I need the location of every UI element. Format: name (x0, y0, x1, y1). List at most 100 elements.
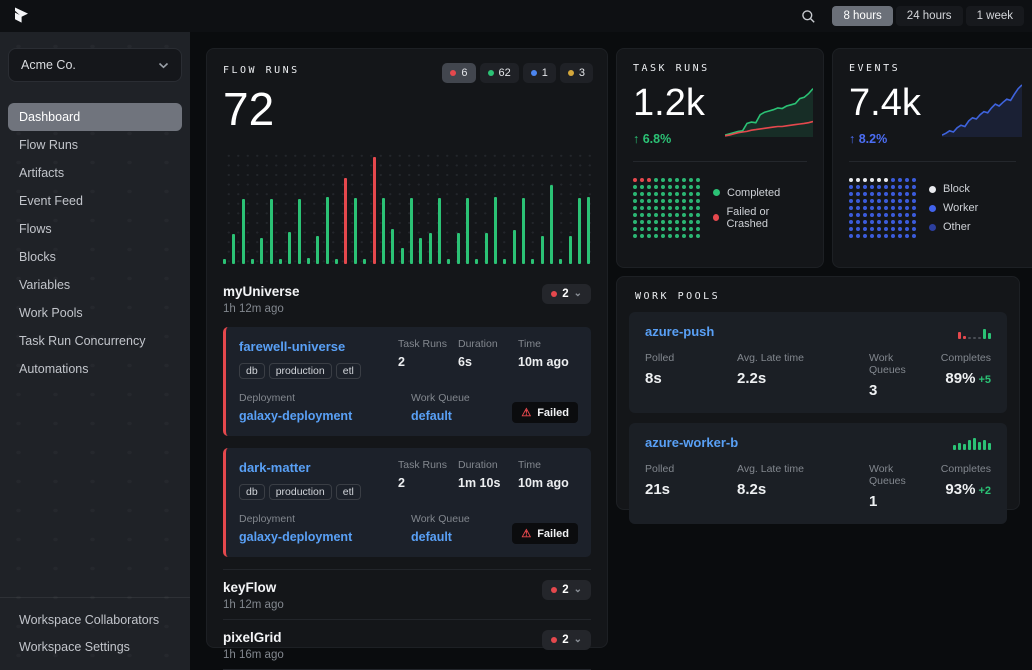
grid-dot (849, 178, 853, 182)
flow-run-bar (251, 259, 255, 264)
grid-dot (689, 234, 693, 238)
flow-group-name[interactable]: keyFlow (223, 580, 284, 595)
sidebar-item-event-feed[interactable]: Event Feed (8, 187, 182, 215)
work-pool-stats: Polled 8s Avg. Late time 2.2s Work Queues 3 Co… (645, 352, 991, 399)
run-tag: db (239, 363, 265, 379)
state-filter-badge[interactable]: 3 (559, 63, 593, 83)
run-main: farewell-universe db production etl (239, 338, 398, 379)
grid-dot (863, 192, 867, 196)
task-runs-dot-grid (633, 178, 700, 238)
pool-stat-polled: Polled 21s (645, 463, 737, 510)
grid-dot (877, 206, 881, 210)
run-card-row2: Deployment galaxy-deployment Work Queue def… (239, 392, 578, 423)
pool-stat-avg-late-time: Avg. Late time 8.2s (737, 463, 869, 510)
failed-dot-icon (551, 637, 558, 643)
pool-stat-completes: Completes 93% +2 (911, 463, 991, 510)
work-pool-name-link[interactable]: azure-worker-b (645, 435, 738, 450)
work-pool-name-link[interactable]: azure-push (645, 324, 714, 339)
state-dot-icon (450, 70, 457, 76)
grid-dot (675, 234, 679, 238)
flow-group-count-chip[interactable]: 2 ⌄ (542, 630, 591, 650)
workspace-selector[interactable]: Acme Co. (8, 48, 182, 82)
grid-dot (647, 234, 651, 238)
failed-label: Failed (537, 406, 569, 419)
sidebar-item-automations[interactable]: Automations (8, 355, 182, 383)
flow-run-bar (568, 236, 572, 264)
time-filter-1-week[interactable]: 1 week (965, 6, 1024, 26)
sidebar-item-flow-runs[interactable]: Flow Runs (8, 131, 182, 159)
flow-group: keyFlow 1h 12m ago 2 ⌄ (223, 569, 591, 619)
task-runs-sparkline (725, 88, 813, 137)
grid-dot (905, 213, 909, 217)
grid-dot (633, 220, 637, 224)
run-name-link[interactable]: farewell-universe (239, 339, 345, 354)
flow-run-bar (493, 196, 497, 264)
deployment-link[interactable]: galaxy-deployment (239, 530, 411, 544)
flow-run-bar (409, 197, 413, 264)
work-queue-link[interactable]: default (411, 530, 512, 544)
grid-dot (675, 185, 679, 189)
flow-group: myUniverse 1h 12m ago 2 ⌄ farewell-universe d… (223, 274, 591, 557)
grid-dot (898, 199, 902, 203)
grid-dot (856, 178, 860, 182)
sidebar-item-task-run-concurrency[interactable]: Task Run Concurrency (8, 327, 182, 355)
sidebar-item-work-pools[interactable]: Work Pools (8, 299, 182, 327)
flow-run-bar (269, 199, 273, 264)
state-filter-count: 6 (461, 67, 468, 79)
time-filter-24-hours[interactable]: 24 hours (895, 6, 963, 26)
flow-run-card[interactable]: dark-matter db production etl Task Runs 2 Dura… (223, 448, 591, 557)
grid-dot (898, 213, 902, 217)
work-pool-card[interactable]: azure-push Polled 8s Avg. Late time 2.2s Work… (629, 312, 1007, 413)
sidebar-item-dashboard[interactable]: Dashboard (8, 103, 182, 131)
flow-group-count-chip[interactable]: 2 ⌄ (542, 284, 591, 304)
flow-group-header: myUniverse 1h 12m ago 2 ⌄ (223, 274, 591, 323)
mini-bar (988, 443, 991, 450)
grid-dot (682, 199, 686, 203)
run-work-queue: Work Queue default (411, 392, 512, 423)
chevron-down-icon: ⌄ (573, 288, 582, 299)
grid-dot (905, 220, 909, 224)
pool-stat-label: Work Queues (869, 352, 906, 376)
grid-dot (682, 220, 686, 224)
stat-label: Time (518, 338, 541, 350)
work-pool-card[interactable]: azure-worker-b Polled 21s Avg. Late time 8.2… (629, 423, 1007, 524)
grid-dot (856, 227, 860, 231)
legend-dot-icon (713, 189, 720, 196)
run-deployment: Deployment galaxy-deployment (239, 392, 411, 423)
flow-run-bar (475, 259, 479, 264)
grid-dot (647, 199, 651, 203)
flow-group-count-chip[interactable]: 2 ⌄ (542, 580, 591, 600)
run-card-row1: farewell-universe db production etl Task Run… (239, 338, 578, 379)
sidebar-item-flows[interactable]: Flows (8, 215, 182, 243)
grid-dot (884, 234, 888, 238)
flow-group-name[interactable]: pixelGrid (223, 630, 284, 645)
flow-group-name[interactable]: myUniverse (223, 284, 300, 299)
pool-stat-value: 93% +2 (945, 481, 991, 498)
grid-dot (682, 178, 686, 182)
grid-dot (696, 185, 700, 189)
grid-dot (863, 206, 867, 210)
sidebar-item-workspace-collaborators[interactable]: Workspace Collaborators (8, 606, 182, 633)
sidebar-item-blocks[interactable]: Blocks (8, 243, 182, 271)
state-filter-badge[interactable]: 62 (479, 63, 519, 83)
flow-run-card[interactable]: farewell-universe db production etl Task Run… (223, 327, 591, 436)
grid-dot (863, 234, 867, 238)
search-button[interactable] (801, 9, 816, 24)
mini-bar (973, 337, 976, 339)
grid-dot (898, 206, 902, 210)
grid-dot (884, 192, 888, 196)
sidebar-item-workspace-settings[interactable]: Workspace Settings (8, 633, 182, 660)
sidebar-item-artifacts[interactable]: Artifacts (8, 159, 182, 187)
grid-dot (661, 185, 665, 189)
grid-dot (877, 185, 881, 189)
pool-stat-avg-late-time: Avg. Late time 2.2s (737, 352, 869, 399)
sidebar-item-variables[interactable]: Variables (8, 271, 182, 299)
deployment-link[interactable]: galaxy-deployment (239, 409, 411, 423)
state-filter-badge[interactable]: 1 (522, 63, 556, 83)
grid-dot (870, 178, 874, 182)
time-filter-8-hours[interactable]: 8 hours (832, 6, 893, 26)
run-name-link[interactable]: dark-matter (239, 460, 311, 475)
state-filter-badge[interactable]: 6 (442, 63, 476, 83)
grid-dot (856, 206, 860, 210)
work-queue-link[interactable]: default (411, 409, 512, 423)
